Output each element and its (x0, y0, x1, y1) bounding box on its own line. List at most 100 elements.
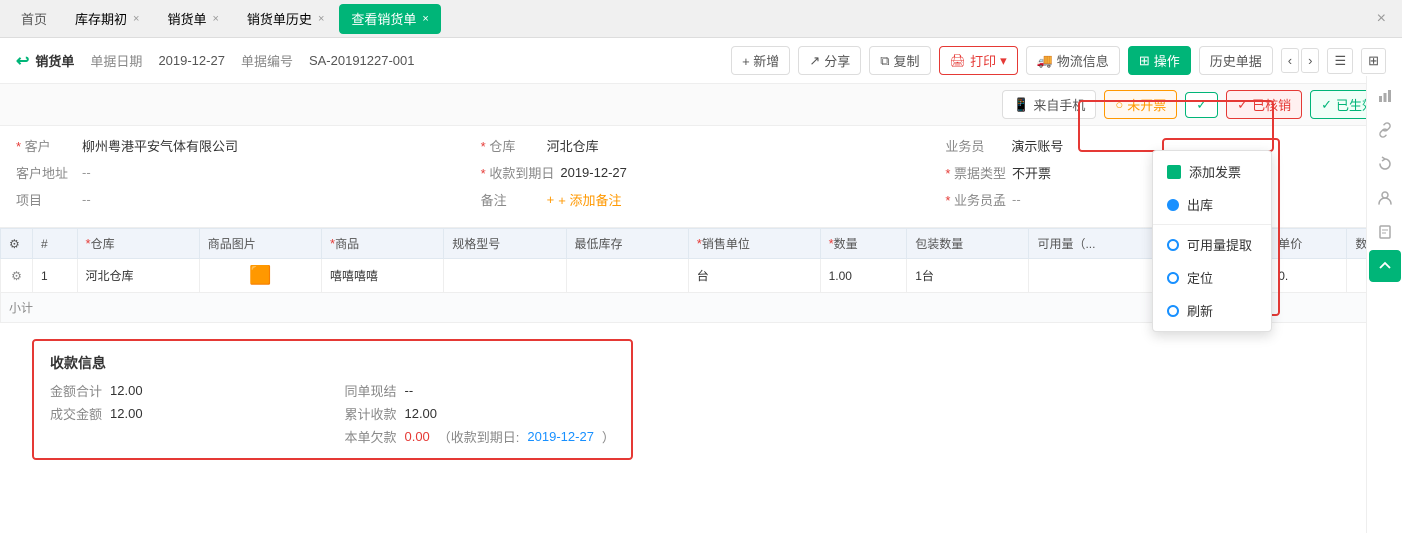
dropdown-item-outbound[interactable]: 出库 (1153, 188, 1271, 221)
history-label: 历史单据 (1210, 51, 1262, 70)
col-spec: 规格型号 (444, 229, 566, 259)
sales-order-label: 销货单 (167, 9, 206, 28)
dropdown-item-locate[interactable]: 定位 (1153, 261, 1271, 294)
col-min-stock: 最低库存 (566, 229, 688, 259)
plus-icon: + (547, 192, 555, 207)
number-label: 单据编号 (241, 51, 293, 70)
op-row: 📱 来自手机 ○ 未开票 ✓ ✓ 已核销 ✓ 已生效 (0, 84, 1402, 126)
customer-label: 客户 (16, 136, 76, 155)
history-button[interactable]: 历史单据 (1199, 46, 1273, 75)
balance-label: 本单欠款 (344, 427, 396, 446)
from-phone-button[interactable]: 📱 来自手机 (1002, 90, 1096, 119)
col-unit-price: 单价 (1270, 229, 1347, 259)
total-amount-row: 金额合计 12.00 (50, 381, 320, 400)
operator-label: 业务员 (945, 136, 1005, 155)
number-value: SA-20191227-001 (309, 53, 415, 68)
transaction-amount-label: 成交金额 (50, 404, 102, 423)
copy-button[interactable]: ⧉ 复制 (869, 46, 930, 75)
tab-home[interactable]: 首页 (8, 4, 60, 34)
new-label: + 新增 (742, 51, 779, 70)
warehouse-value: 河北仓库 (547, 136, 599, 155)
tab-close-inventory[interactable]: × (133, 13, 139, 25)
tab-close-sales[interactable]: × (212, 13, 218, 25)
print-button[interactable]: 🖨 打印 ▾ (939, 46, 1018, 75)
address-field: 客户地址 -- (16, 163, 457, 182)
view-sales-label: 查看销货单 (351, 9, 416, 28)
sidebar-icon-user[interactable] (1369, 182, 1401, 214)
info-grid: 金额合计 12.00 同单现结 -- 成交金额 12.00 累计收款 12.00… (50, 381, 615, 446)
add-invoice-icon (1167, 165, 1181, 179)
logistics-button[interactable]: 🚚 物流信息 (1026, 46, 1120, 75)
row-spec (444, 259, 566, 293)
print-label: 打印 (970, 51, 996, 70)
sidebar-icon-link[interactable] (1369, 114, 1401, 146)
warehouse-field: 仓库 河北仓库 (481, 136, 922, 155)
payment-date-field: 收款到期日 2019-12-27 (481, 163, 922, 182)
sales-history-label: 销货单历史 (247, 9, 312, 28)
dropdown-item-quantity-extract[interactable]: 可用量提取 (1153, 228, 1271, 261)
col-product: *商品 (322, 229, 444, 259)
view-toggle-grid[interactable]: ⊞ (1361, 48, 1386, 74)
row-pack-qty: 1台 (907, 259, 1029, 293)
date-label: 单据日期 (90, 51, 142, 70)
salesperson-label: 业务员孟 (945, 190, 1006, 209)
row-gear: ⚙ (1, 259, 33, 293)
sidebar-icon-doc[interactable] (1369, 216, 1401, 248)
locate-label: 定位 (1187, 268, 1213, 287)
col-product-image: 商品图片 (199, 229, 321, 259)
balance-note: （收款到期日: (438, 427, 520, 446)
operation-button[interactable]: ⊞ 操作 (1128, 46, 1191, 75)
not-open-label: 未开票 (1127, 95, 1166, 114)
outbound-label: 出库 (1187, 195, 1213, 214)
sidebar-icon-chart[interactable] (1369, 80, 1401, 112)
share-button[interactable]: ↗ 分享 (798, 46, 861, 75)
tab-view-sales[interactable]: 查看销货单 × (339, 4, 440, 34)
sidebar-icon-rotate[interactable] (1369, 148, 1401, 180)
confirm-button[interactable]: ✓ (1185, 92, 1218, 118)
note-label: 备注 (481, 190, 541, 209)
col-quantity: *数量 (820, 229, 907, 259)
row-available (1029, 259, 1170, 293)
col-warehouse: *仓库 (77, 229, 199, 259)
tab-sales-history[interactable]: 销货单历史 × (234, 4, 337, 34)
check-green-icon: ✓ (1321, 97, 1332, 113)
col-gear: ⚙ (1, 229, 33, 259)
prev-arrow[interactable]: ‹ (1281, 48, 1299, 73)
tab-close-view[interactable]: × (422, 13, 428, 25)
from-phone-label: 来自手机 (1033, 95, 1085, 114)
next-arrow[interactable]: › (1301, 48, 1319, 73)
customer-field: 客户 柳州粤港平安气体有限公司 (16, 136, 457, 155)
new-button[interactable]: + 新增 (731, 46, 790, 75)
sidebar-icon-expand[interactable] (1369, 250, 1401, 282)
quantity-extract-icon (1167, 239, 1179, 251)
total-amount-label: 金额合计 (50, 381, 102, 400)
confirm-icon: ✓ (1196, 97, 1207, 113)
window-close-button[interactable]: × (1369, 10, 1394, 28)
payment-info-title: 收款信息 (50, 353, 615, 373)
ticket-type-label: 票据类型 (945, 163, 1006, 182)
not-open-button[interactable]: ○ 未开票 (1104, 90, 1177, 119)
add-note-button[interactable]: + + 添加备注 (547, 190, 622, 209)
product-image-icon: 🟧 (249, 265, 271, 285)
tab-bar: 首页 库存期初 × 销货单 × 销货单历史 × 查看销货单 × × (0, 0, 1402, 38)
address-label: 客户地址 (16, 163, 76, 182)
same-order-label: 同单现结 (344, 381, 396, 400)
row-product-image: 🟧 (199, 259, 321, 293)
salesperson-value: -- (1012, 192, 1021, 207)
dropdown-item-add-invoice[interactable]: 添加发票 (1153, 155, 1271, 188)
print-dropdown-icon: ▾ (1000, 53, 1007, 69)
dropdown-item-refresh[interactable]: 刷新 (1153, 294, 1271, 327)
tab-inventory-init[interactable]: 库存期初 × (62, 4, 152, 34)
phone-icon: 📱 (1013, 97, 1029, 113)
project-field: 项目 -- (16, 190, 457, 209)
add-invoice-label: 添加发票 (1189, 162, 1241, 181)
quantity-extract-label: 可用量提取 (1187, 235, 1252, 254)
copy-icon: ⧉ (880, 53, 889, 69)
tab-close-history[interactable]: × (318, 13, 324, 25)
row-no: 1 (33, 259, 78, 293)
tab-sales-order[interactable]: 销货单 × (154, 4, 231, 34)
operator-value: 演示账号 (1011, 136, 1063, 155)
bottom-info-box: 收款信息 金额合计 12.00 同单现结 -- 成交金额 12.00 累计收款 … (32, 339, 633, 460)
check-icon: ✓ (1237, 97, 1248, 113)
view-toggle-list[interactable]: ☰ (1327, 48, 1353, 74)
